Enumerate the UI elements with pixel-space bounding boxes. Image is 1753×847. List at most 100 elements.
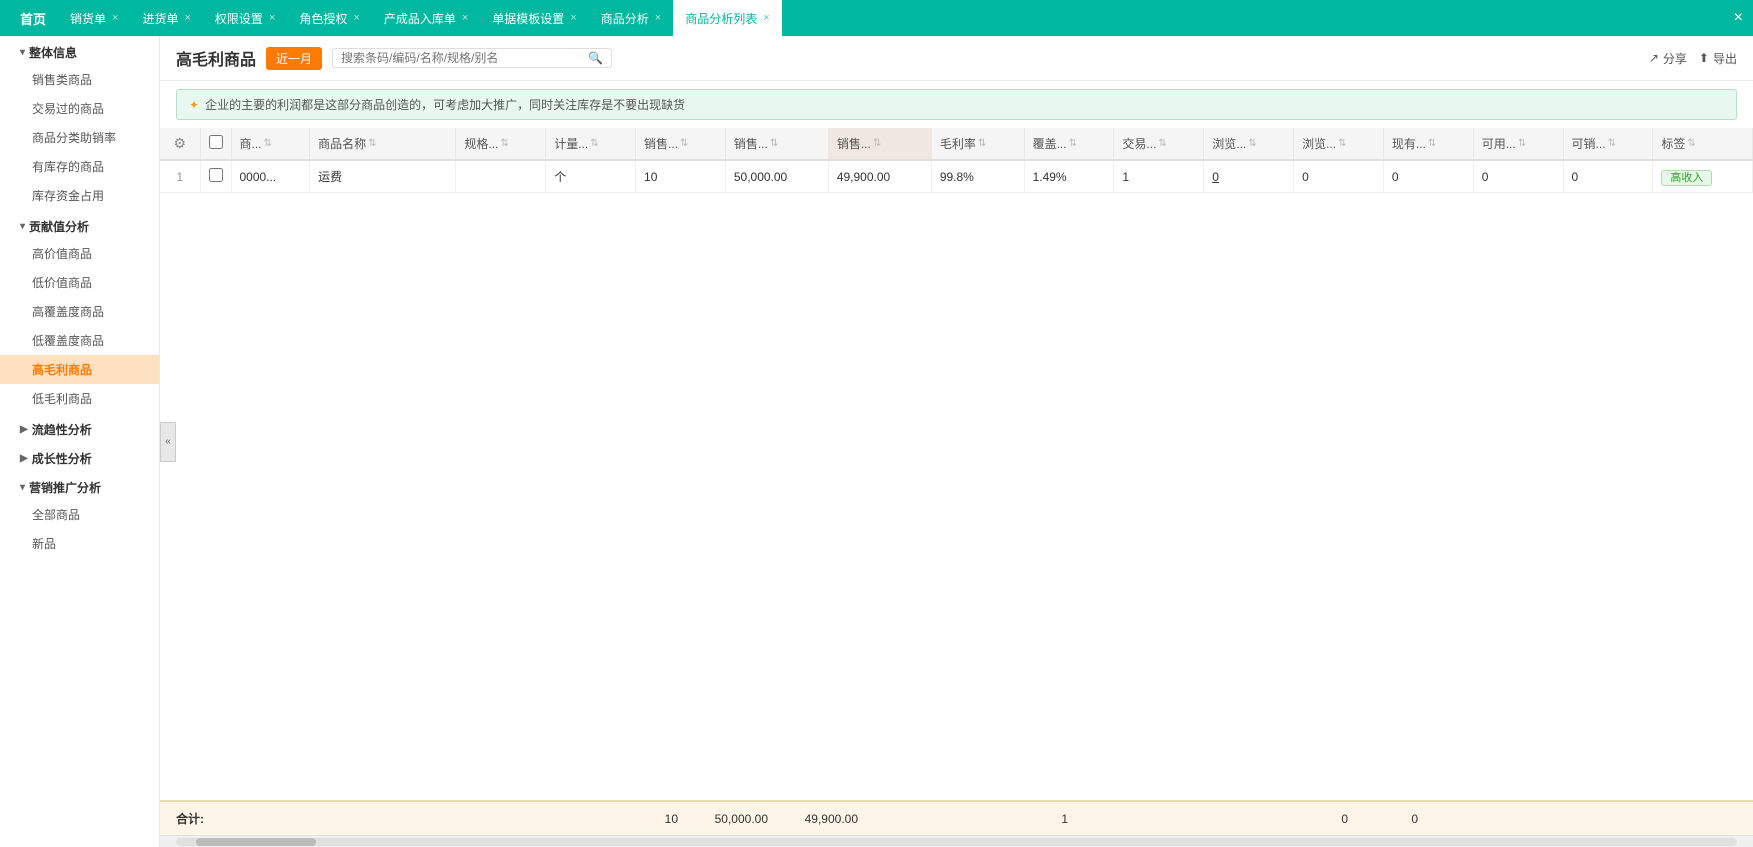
sidebar-item-low-margin[interactable]: 低毛利商品 — [0, 384, 159, 413]
search-input[interactable] — [341, 51, 588, 65]
col-sales-cost[interactable]: 销售... ⇅ — [828, 128, 931, 160]
sidebar-section-marketing[interactable]: ▾ 营销推广分析 — [0, 471, 159, 500]
nav-sales[interactable]: 销货单 × — [58, 0, 130, 36]
sidebar-item-low-coverage[interactable]: 低覆盖度商品 — [0, 326, 159, 355]
arrow-icon: ▾ — [20, 47, 25, 58]
col-available[interactable]: 可用... ⇅ — [1473, 128, 1563, 160]
sidebar-item-stock-goods[interactable]: 有库存的商品 — [0, 152, 159, 181]
table-container[interactable]: ⚙ 商... ⇅ 商品名称 — [160, 128, 1753, 800]
arrow-icon-5: ▾ — [20, 482, 25, 493]
nav-analysis-list[interactable]: 商品分析列表 × — [673, 0, 781, 36]
window-close-button[interactable]: × — [1734, 9, 1743, 27]
row-sellable: 0 — [1563, 160, 1653, 193]
col-unit[interactable]: 计量... ⇅ — [546, 128, 636, 160]
sidebar-item-high-coverage[interactable]: 高覆盖度商品 — [0, 297, 159, 326]
close-permissions-tab[interactable]: × — [269, 12, 275, 24]
row-checkbox-cell[interactable] — [200, 160, 231, 193]
close-template-tab[interactable]: × — [570, 12, 576, 24]
share-button[interactable]: ↗ 分享 — [1649, 50, 1687, 67]
select-all-checkbox[interactable] — [209, 135, 223, 149]
sidebar-item-all-goods[interactable]: 全部商品 — [0, 500, 159, 529]
sidebar-section-overall[interactable]: ▾ 整体信息 — [0, 36, 159, 65]
row-checkbox[interactable] — [209, 168, 223, 182]
sort-icon-spec: ⇅ — [500, 138, 508, 149]
row-unit: 个 — [546, 160, 636, 193]
tip-icon: ✦ — [189, 98, 199, 112]
sidebar-section-growth[interactable]: ▶ 成长性分析 — [0, 442, 159, 471]
footer-trade: 1 — [1006, 812, 1076, 826]
sidebar-section-trend[interactable]: ▶ 流趋性分析 — [0, 413, 159, 442]
sidebar-item-high-margin[interactable]: 高毛利商品 — [0, 355, 159, 384]
browse1-link[interactable]: 0 — [1212, 170, 1219, 184]
footer-available: 0 — [1286, 812, 1356, 826]
close-purchase-tab[interactable]: × — [184, 12, 190, 24]
search-icon[interactable]: 🔍 — [588, 51, 603, 65]
nav-template[interactable]: 单据模板设置 × — [480, 0, 588, 36]
nav-home[interactable]: 首页 — [8, 0, 58, 36]
sidebar-collapse-button[interactable]: « — [160, 422, 176, 462]
sort-icon-sales-cost: ⇅ — [873, 138, 881, 149]
main-layout: ▾ 整体信息 销售类商品 交易过的商品 商品分类助销率 有库存的商品 库存资金占… — [0, 36, 1753, 847]
col-browse2[interactable]: 浏览... ⇅ — [1294, 128, 1384, 160]
sidebar-item-stock-capital[interactable]: 库存资金占用 — [0, 181, 159, 210]
sidebar-item-new-goods[interactable]: 新品 — [0, 529, 159, 558]
close-analysis-tab[interactable]: × — [655, 12, 661, 24]
col-sellable[interactable]: 可销... ⇅ — [1563, 128, 1653, 160]
arrow-icon-4: ▶ — [20, 453, 28, 464]
footer-sales-amount: 50,000.00 — [686, 812, 776, 826]
sort-icon-browse1: ⇅ — [1248, 138, 1256, 149]
col-checkbox[interactable] — [200, 128, 231, 160]
sort-icon-coverage: ⇅ — [1069, 138, 1077, 149]
sidebar-item-traded-goods[interactable]: 交易过的商品 — [0, 94, 159, 123]
settings-icon[interactable]: ⚙ — [173, 135, 186, 151]
nav-purchase[interactable]: 进货单 × — [130, 0, 202, 36]
share-icon: ↗ — [1649, 51, 1659, 65]
col-code[interactable]: 商... ⇅ — [231, 128, 310, 160]
sidebar-item-sales-goods[interactable]: 销售类商品 — [0, 65, 159, 94]
col-name[interactable]: 商品名称 ⇅ — [310, 128, 456, 160]
nav-roles[interactable]: 角色授权 × — [287, 0, 371, 36]
col-settings[interactable]: ⚙ — [160, 128, 200, 160]
sort-icon-browse2: ⇅ — [1338, 138, 1346, 149]
col-current-stock[interactable]: 现有... ⇅ — [1383, 128, 1473, 160]
sidebar-item-low-value[interactable]: 低价值商品 — [0, 268, 159, 297]
footer-sellable: 0 — [1356, 812, 1426, 826]
search-box: 🔍 — [332, 48, 612, 68]
col-trade[interactable]: 交易... ⇅ — [1114, 128, 1204, 160]
col-sales-qty[interactable]: 销售... ⇅ — [636, 128, 726, 160]
close-roles-tab[interactable]: × — [353, 12, 359, 24]
footer-label: 合计: — [176, 810, 256, 827]
close-product-in-tab[interactable]: × — [462, 12, 468, 24]
period-button[interactable]: 近一月 — [266, 47, 322, 70]
sort-icon-name: ⇅ — [368, 138, 376, 149]
export-button[interactable]: ⬆ 导出 — [1699, 50, 1737, 67]
scrollbar-thumb[interactable] — [196, 838, 316, 846]
sort-icon-current: ⇅ — [1428, 138, 1436, 149]
sidebar-section-contribution[interactable]: ▾ 贡献值分析 — [0, 210, 159, 239]
page-title: 高毛利商品 — [176, 46, 256, 70]
row-sales-amount: 50,000.00 — [725, 160, 828, 193]
sort-icon-sales-amount: ⇅ — [770, 138, 778, 149]
nav-permissions[interactable]: 权限设置 × — [203, 0, 287, 36]
sidebar-item-category-rate[interactable]: 商品分类助销率 — [0, 123, 159, 152]
row-spec — [456, 160, 546, 193]
row-browse1[interactable]: 0 — [1204, 160, 1294, 193]
header-actions: ↗ 分享 ⬆ 导出 — [1649, 50, 1737, 67]
col-browse1[interactable]: 浏览... ⇅ — [1204, 128, 1294, 160]
row-sales-qty: 10 — [636, 160, 726, 193]
col-margin-rate[interactable]: 毛利率 ⇅ — [931, 128, 1024, 160]
col-spec[interactable]: 规格... ⇅ — [456, 128, 546, 160]
col-coverage[interactable]: 覆盖... ⇅ — [1024, 128, 1114, 160]
sort-icon-margin: ⇅ — [978, 138, 986, 149]
sort-icon-tag: ⇅ — [1687, 138, 1695, 149]
nav-analysis[interactable]: 商品分析 × — [589, 0, 673, 36]
col-tag[interactable]: 标签 ⇅ — [1653, 128, 1753, 160]
bottom-scrollbar[interactable] — [160, 835, 1753, 847]
sidebar-item-high-value[interactable]: 高价值商品 — [0, 239, 159, 268]
tag-badge: 高收入 — [1661, 170, 1712, 186]
close-analysis-list-tab[interactable]: × — [763, 12, 769, 24]
nav-product-in[interactable]: 产成品入库单 × — [372, 0, 480, 36]
row-name: 运费 — [310, 160, 456, 193]
close-sales-tab[interactable]: × — [112, 12, 118, 24]
col-sales-amount[interactable]: 销售... ⇅ — [725, 128, 828, 160]
